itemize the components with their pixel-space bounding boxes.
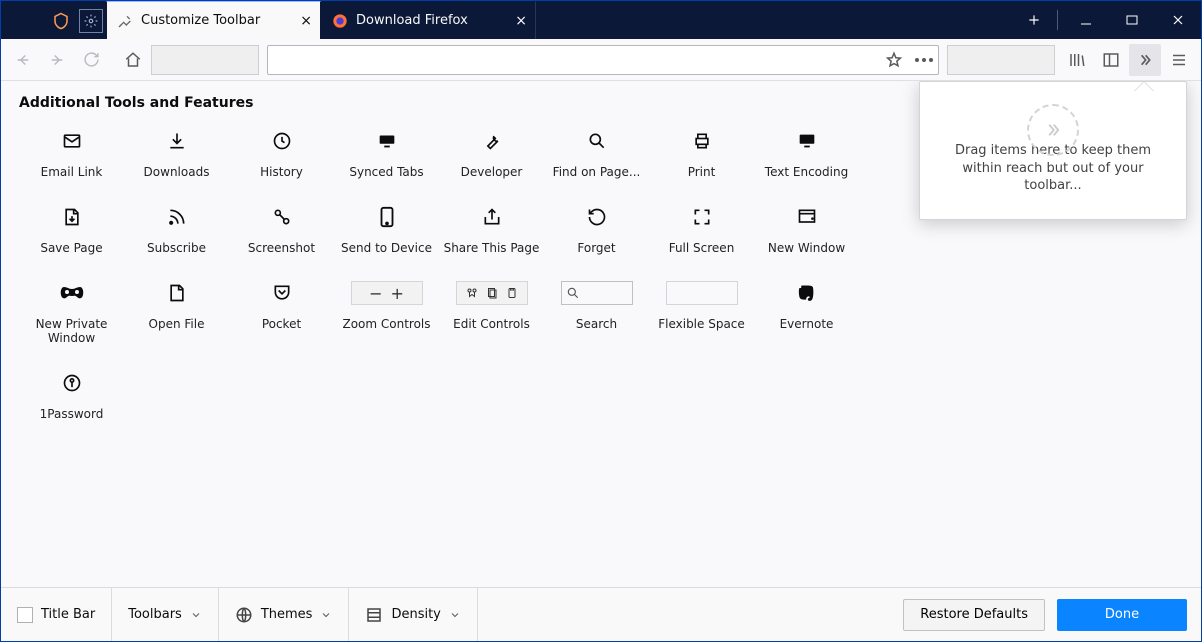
- bookmark-star-icon[interactable]: [885, 51, 903, 69]
- customize-content: Additional Tools and Features Email Link…: [1, 81, 1201, 587]
- done-button[interactable]: Done: [1057, 599, 1187, 631]
- search-slot-placeholder[interactable]: [151, 45, 259, 75]
- window-minimize[interactable]: [1063, 5, 1109, 35]
- footer-themes[interactable]: Themes: [219, 588, 350, 641]
- tool-evernote[interactable]: Evernote: [754, 271, 859, 345]
- tool-send-to-device[interactable]: Send to Device: [334, 195, 439, 255]
- tab-label: Download Firefox: [356, 13, 468, 28]
- tool-synced-tabs[interactable]: Synced Tabs: [334, 119, 439, 179]
- tool-open-file[interactable]: Open File: [124, 271, 229, 345]
- home-button[interactable]: [117, 44, 149, 76]
- restore-defaults-button[interactable]: Restore Defaults: [903, 599, 1045, 631]
- tool-new-window[interactable]: New Window: [754, 195, 859, 255]
- url-bar[interactable]: [267, 45, 939, 75]
- extension-icon-2[interactable]: [79, 9, 103, 33]
- overflow-drop-panel[interactable]: Drag items here to keep them within reac…: [919, 81, 1187, 220]
- tool-zoom-controls[interactable]: −+Zoom Controls: [334, 271, 439, 345]
- customize-footer: Title Bar Toolbars Themes Density Restor…: [1, 587, 1201, 641]
- tool-1password[interactable]: 1Password: [19, 361, 124, 421]
- navigation-toolbar: [1, 39, 1201, 81]
- tool-print[interactable]: Print: [649, 119, 754, 179]
- footer-density[interactable]: Density: [349, 588, 477, 641]
- chevron-down-icon: [449, 609, 461, 621]
- back-button[interactable]: [7, 44, 39, 76]
- titlebar-checkbox[interactable]: [17, 607, 33, 623]
- tool-downloads[interactable]: Downloads: [124, 119, 229, 179]
- footer-titlebar[interactable]: Title Bar: [15, 588, 112, 641]
- overflow-menu-button[interactable]: [1129, 44, 1161, 76]
- forward-button[interactable]: [41, 44, 73, 76]
- overflow-chevron-icon: [1027, 104, 1079, 156]
- new-tab-button[interactable]: [1016, 5, 1052, 35]
- window-close[interactable]: [1155, 5, 1201, 35]
- tool-email-link[interactable]: Email Link: [19, 119, 124, 179]
- tab-strip: Customize Toolbar × Download Firefox ×: [1, 1, 1201, 39]
- tab-download-firefox[interactable]: Download Firefox ×: [321, 1, 536, 39]
- library-button[interactable]: [1061, 44, 1093, 76]
- tool-new-private-window[interactable]: New Private Window: [19, 271, 124, 345]
- tool-pocket[interactable]: Pocket: [229, 271, 334, 345]
- tool-share-this-page[interactable]: Share This Page: [439, 195, 544, 255]
- sidebar-button[interactable]: [1095, 44, 1127, 76]
- chevron-down-icon: [190, 609, 202, 621]
- tab-customize-toolbar[interactable]: Customize Toolbar ×: [106, 1, 321, 39]
- app-menu-button[interactable]: [1163, 44, 1195, 76]
- tool-full-screen[interactable]: Full Screen: [649, 195, 754, 255]
- footer-toolbars[interactable]: Toolbars: [112, 588, 219, 641]
- close-icon[interactable]: ×: [515, 13, 527, 29]
- reload-button[interactable]: [75, 44, 107, 76]
- tool-edit-controls[interactable]: Edit Controls: [439, 271, 544, 345]
- tool-forget[interactable]: Forget: [544, 195, 649, 255]
- tool-find-on-page[interactable]: Find on Page...: [544, 119, 649, 179]
- tool-developer[interactable]: Developer: [439, 119, 544, 179]
- tool-text-encoding[interactable]: Text Encoding: [754, 119, 859, 179]
- search-slot-placeholder-2[interactable]: [947, 45, 1055, 75]
- extension-icon-1[interactable]: [49, 9, 73, 33]
- tab-label: Customize Toolbar: [141, 13, 260, 28]
- close-icon[interactable]: ×: [300, 13, 312, 29]
- window-maximize[interactable]: [1109, 5, 1155, 35]
- tool-history[interactable]: History: [229, 119, 334, 179]
- globe-icon: [235, 606, 253, 624]
- page-actions-icon[interactable]: [915, 58, 933, 62]
- tool-flexible-space[interactable]: Flexible Space: [649, 271, 754, 345]
- tool-subscribe[interactable]: Subscribe: [124, 195, 229, 255]
- chevron-down-icon: [320, 609, 332, 621]
- tool-screenshot[interactable]: Screenshot: [229, 195, 334, 255]
- density-icon: [365, 606, 383, 624]
- tool-search[interactable]: Search: [544, 271, 649, 345]
- tool-save-page[interactable]: Save Page: [19, 195, 124, 255]
